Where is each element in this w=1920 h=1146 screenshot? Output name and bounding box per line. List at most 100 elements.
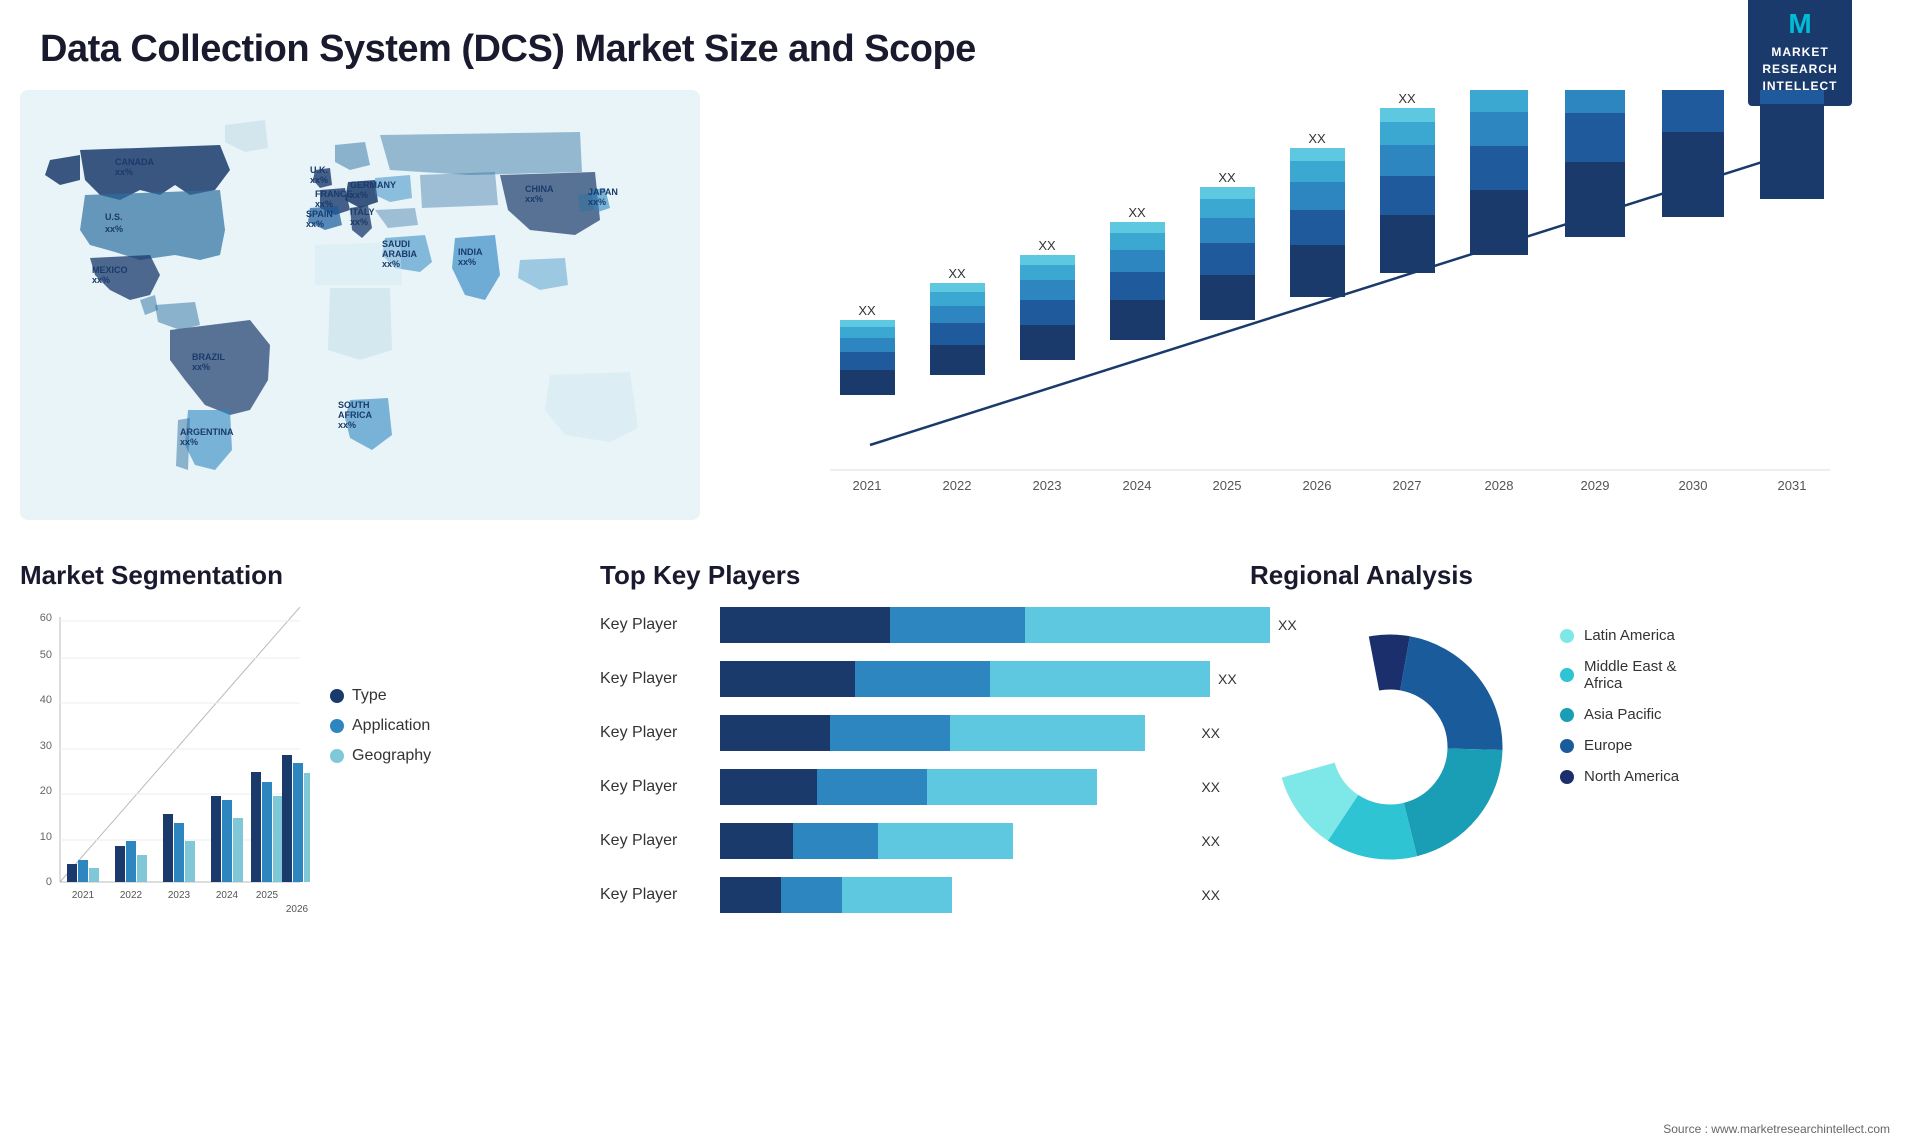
player-bar-2 bbox=[720, 661, 1210, 697]
svg-text:xx%: xx% bbox=[588, 197, 606, 207]
svg-text:ITALY: ITALY bbox=[350, 207, 375, 217]
svg-text:xx%: xx% bbox=[92, 275, 110, 285]
svg-text:2026: 2026 bbox=[1303, 478, 1332, 493]
svg-text:xx%: xx% bbox=[350, 190, 368, 200]
svg-text:2025: 2025 bbox=[1213, 478, 1242, 493]
svg-text:2031: 2031 bbox=[1778, 478, 1807, 493]
donut-chart bbox=[1250, 607, 1530, 887]
svg-text:2024: 2024 bbox=[1123, 478, 1152, 493]
legend-middle-east-africa: Middle East &Africa bbox=[1560, 658, 1679, 692]
svg-text:SPAIN: SPAIN bbox=[306, 209, 333, 219]
svg-text:CANADA: CANADA bbox=[115, 157, 154, 167]
svg-text:2030: 2030 bbox=[1679, 478, 1708, 493]
source-text: Source : www.marketresearchintellect.com bbox=[1663, 1122, 1890, 1136]
svg-text:XX: XX bbox=[948, 266, 966, 281]
svg-text:2028: 2028 bbox=[1485, 478, 1514, 493]
svg-text:CHINA: CHINA bbox=[525, 184, 554, 194]
player-label-6: Key Player bbox=[600, 886, 720, 904]
player-bar-3 bbox=[720, 715, 1193, 751]
svg-text:FRANCE: FRANCE bbox=[315, 189, 353, 199]
svg-text:xx%: xx% bbox=[105, 224, 123, 234]
svg-text:MEXICO: MEXICO bbox=[92, 265, 128, 275]
svg-text:JAPAN: JAPAN bbox=[588, 187, 618, 197]
player-label-4: Key Player bbox=[600, 778, 720, 796]
top-players-section: Top Key Players Key Player XX Key Player bbox=[600, 560, 1220, 1100]
svg-text:INDIA: INDIA bbox=[458, 247, 483, 257]
svg-text:U.K.: U.K. bbox=[310, 165, 328, 175]
svg-text:2027: 2027 bbox=[1393, 478, 1422, 493]
svg-text:xx%: xx% bbox=[115, 167, 133, 177]
legend-latin-america: Latin America bbox=[1560, 627, 1679, 644]
player-bar-5 bbox=[720, 823, 1193, 859]
segmentation-title: Market Segmentation bbox=[20, 560, 570, 591]
player-row-2: Key Player XX bbox=[600, 661, 1220, 697]
segmentation-chart-full: 2026 bbox=[20, 607, 310, 937]
legend-north-america: North America bbox=[1560, 768, 1679, 785]
player-value-4: XX bbox=[1201, 779, 1220, 795]
legend-asia-pacific: Asia Pacific bbox=[1560, 706, 1679, 723]
svg-text:2022: 2022 bbox=[943, 478, 972, 493]
svg-text:XX: XX bbox=[858, 303, 876, 318]
regional-title: Regional Analysis bbox=[1250, 560, 1900, 591]
regional-legend: Latin America Middle East &Africa Asia P… bbox=[1560, 627, 1679, 799]
svg-text:xx%: xx% bbox=[192, 362, 210, 372]
svg-text:U.S.: U.S. bbox=[105, 212, 123, 222]
player-row-6: Key Player XX bbox=[600, 877, 1220, 913]
svg-text:xx%: xx% bbox=[458, 257, 476, 267]
svg-text:xx%: xx% bbox=[338, 420, 356, 430]
svg-text:XX: XX bbox=[1218, 170, 1236, 185]
legend-type: Type bbox=[330, 687, 431, 705]
regional-analysis-section: Regional Analysis bbox=[1250, 560, 1900, 1100]
legend-europe: Europe bbox=[1560, 737, 1679, 754]
player-label-1: Key Player bbox=[600, 616, 720, 634]
svg-text:2029: 2029 bbox=[1581, 478, 1610, 493]
svg-text:ARGENTINA: ARGENTINA bbox=[180, 427, 234, 437]
players-table: Key Player XX Key Player XX bbox=[600, 607, 1220, 913]
svg-text:2023: 2023 bbox=[1033, 478, 1062, 493]
player-row-5: Key Player XX bbox=[600, 823, 1220, 859]
svg-text:2021: 2021 bbox=[853, 478, 882, 493]
player-row-1: Key Player XX bbox=[600, 607, 1220, 643]
svg-text:xx%: xx% bbox=[315, 199, 333, 209]
svg-text:BRAZIL: BRAZIL bbox=[192, 352, 225, 362]
svg-text:XX: XX bbox=[1398, 91, 1416, 106]
player-label-5: Key Player bbox=[600, 832, 720, 850]
donut-chart-container: Latin America Middle East &Africa Asia P… bbox=[1250, 607, 1900, 887]
logo-letter: M bbox=[1762, 4, 1837, 43]
player-bar-6 bbox=[720, 877, 1193, 913]
players-title: Top Key Players bbox=[600, 560, 1220, 591]
market-segmentation-section: Market Segmentation 0 10 20 30 40 50 60 bbox=[20, 560, 570, 1100]
svg-text:SAUDI: SAUDI bbox=[382, 239, 410, 249]
svg-text:GERMANY: GERMANY bbox=[350, 180, 396, 190]
svg-text:xx%: xx% bbox=[382, 259, 400, 269]
player-label-3: Key Player bbox=[600, 724, 720, 742]
player-value-5: XX bbox=[1201, 833, 1220, 849]
legend-geography: Geography bbox=[330, 747, 431, 765]
legend-application: Application bbox=[330, 717, 431, 735]
svg-text:xx%: xx% bbox=[306, 219, 324, 229]
world-map: CANADA xx% U.S. xx% MEXICO xx% BRAZIL xx… bbox=[20, 90, 700, 520]
player-row-4: Key Player XX bbox=[600, 769, 1220, 805]
svg-text:xx%: xx% bbox=[350, 217, 368, 227]
player-value-2: XX bbox=[1218, 671, 1237, 687]
player-value-3: XX bbox=[1201, 725, 1220, 741]
svg-text:ARABIA: ARABIA bbox=[382, 249, 417, 259]
svg-text:xx%: xx% bbox=[525, 194, 543, 204]
logo: M MARKETRESEARCHINTELLECT bbox=[1710, 10, 1890, 90]
svg-text:AFRICA: AFRICA bbox=[338, 410, 372, 420]
player-value-6: XX bbox=[1201, 887, 1220, 903]
player-row-3: Key Player XX bbox=[600, 715, 1220, 751]
svg-text:xx%: xx% bbox=[180, 437, 198, 447]
page-title: Data Collection System (DCS) Market Size… bbox=[40, 28, 976, 71]
svg-text:xx%: xx% bbox=[310, 175, 328, 185]
svg-text:XX: XX bbox=[1128, 205, 1146, 220]
player-bar-4 bbox=[720, 769, 1193, 805]
svg-text:SOUTH: SOUTH bbox=[338, 400, 370, 410]
bar-chart-section: XX 2021 XX 2022 XX 2023 XX 2024 XX 2025 bbox=[750, 90, 1900, 520]
player-label-2: Key Player bbox=[600, 670, 720, 688]
player-bar-1 bbox=[720, 607, 1270, 643]
logo-text: MARKETRESEARCHINTELLECT bbox=[1762, 45, 1837, 94]
svg-text:2026: 2026 bbox=[286, 904, 309, 915]
svg-text:XX: XX bbox=[1308, 131, 1326, 146]
svg-text:XX: XX bbox=[1038, 238, 1056, 253]
